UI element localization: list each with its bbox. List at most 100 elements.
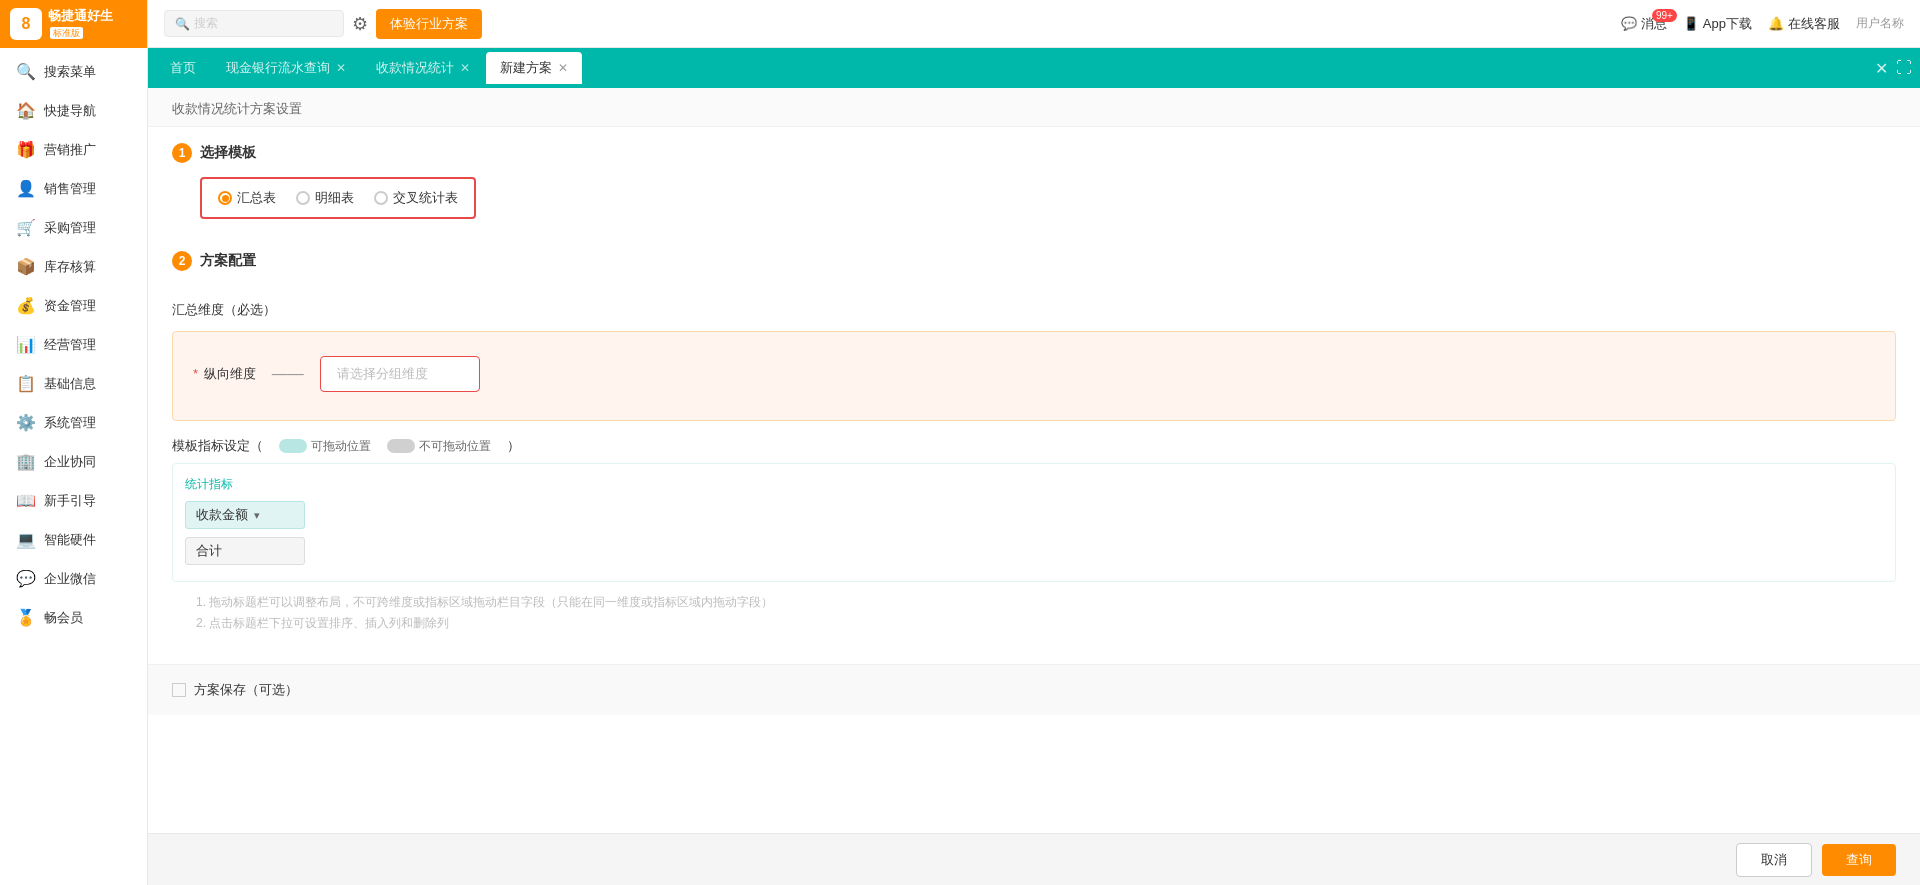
step1-title: 选择模板 xyxy=(200,144,256,162)
tab-receipt-stats-close[interactable]: ✕ xyxy=(460,61,470,75)
sidebar-item-finance[interactable]: 💰 资金管理 xyxy=(0,286,147,325)
content-area: 收款情况统计方案设置 1 选择模板 汇总表 明 xyxy=(148,88,1920,885)
cancel-button[interactable]: 取消 xyxy=(1736,843,1812,877)
sidebar-item-quick-nav[interactable]: 🏠 快捷导航 xyxy=(0,91,147,130)
message-area[interactable]: 💬 消息 99+ xyxy=(1621,15,1667,33)
tab-receipt-stats[interactable]: 收款情况统计 ✕ xyxy=(362,52,484,84)
sidebar-item-search[interactable]: 🔍 搜索菜单 xyxy=(0,52,147,91)
template-cross[interactable]: 交叉统计表 xyxy=(374,189,458,207)
tab-new-plan[interactable]: 新建方案 ✕ xyxy=(486,52,582,84)
person-icon: 👤 xyxy=(16,179,36,198)
radio-detail-circle xyxy=(296,191,310,205)
header-settings-icon[interactable]: ⚙ xyxy=(352,13,368,35)
trial-industry-button[interactable]: 体验行业方案 xyxy=(376,9,482,39)
logo-badge: 标准版 xyxy=(50,27,83,39)
save-checkbox[interactable] xyxy=(172,683,186,697)
download-icon: 📱 xyxy=(1683,16,1699,31)
sidebar-item-label: 库存核算 xyxy=(44,258,96,276)
tab-home[interactable]: 首页 xyxy=(156,52,210,84)
sidebar-item-hardware[interactable]: 💻 智能硬件 xyxy=(0,520,147,559)
dimension-area: * 纵向维度 —— 请选择分组维度 xyxy=(172,331,1896,421)
draggable-label: 可拖动位置 xyxy=(311,438,371,455)
sidebar-item-inventory[interactable]: 📦 库存核算 xyxy=(0,247,147,286)
tab-bar-right: ✕ ⛶ xyxy=(1875,59,1912,78)
sidebar-item-operation[interactable]: 📊 经营管理 xyxy=(0,325,147,364)
sidebar-item-label: 企业协同 xyxy=(44,453,96,471)
sidebar-item-label: 畅会员 xyxy=(44,609,83,627)
template-detail[interactable]: 明细表 xyxy=(296,189,354,207)
sidebar-item-label: 搜索菜单 xyxy=(44,63,96,81)
sidebar-logo: 8 畅捷通好生 标准版 xyxy=(0,0,147,48)
step2-title: 方案配置 xyxy=(200,252,256,270)
online-service-label: 在线客服 xyxy=(1788,15,1840,33)
sidebar-item-label: 快捷导航 xyxy=(44,102,96,120)
book-icon: 📖 xyxy=(16,491,36,510)
sidebar-item-label: 企业微信 xyxy=(44,570,96,588)
tab-cash-query-label: 现金银行流水查询 xyxy=(226,59,330,77)
sidebar-item-label: 采购管理 xyxy=(44,219,96,237)
box-icon: 📦 xyxy=(16,257,36,276)
metrics-container: 统计指标 收款金额 ▾ 合计 xyxy=(172,463,1896,582)
template-summary[interactable]: 汇总表 xyxy=(218,189,276,207)
sidebar-nav: 🔍 搜索菜单 🏠 快捷导航 🎁 营销推广 👤 销售管理 🛒 采购管理 📦 库存核… xyxy=(0,48,147,885)
metrics-section-end: ） xyxy=(507,437,520,455)
header-search-bar[interactable]: 🔍 搜索 xyxy=(164,10,344,37)
tab-receipt-stats-label: 收款情况统计 xyxy=(376,59,454,77)
save-label: 方案保存（可选） xyxy=(194,681,298,699)
template-select-row: 汇总表 明细表 交叉统计表 xyxy=(200,177,476,219)
home-icon: 🏠 xyxy=(16,101,36,120)
not-draggable-badge: 不可拖动位置 xyxy=(387,438,491,455)
online-service[interactable]: 🔔 在线客服 xyxy=(1768,15,1840,33)
dimension-arrow: —— xyxy=(272,365,304,383)
draggable-badge: 可拖动位置 xyxy=(279,438,371,455)
sidebar-item-wechat[interactable]: 💬 企业微信 xyxy=(0,559,147,598)
sidebar-item-guide[interactable]: 📖 新手引导 xyxy=(0,481,147,520)
query-button[interactable]: 查询 xyxy=(1822,844,1896,876)
chat-icon: 💬 xyxy=(16,569,36,588)
sidebar-item-system[interactable]: ⚙️ 系统管理 xyxy=(0,403,147,442)
step1-section: 1 选择模板 汇总表 明细表 xyxy=(148,127,1920,235)
maximize-window-icon[interactable]: ⛶ xyxy=(1896,59,1912,77)
radio-cross-circle xyxy=(374,191,388,205)
sidebar-item-marketing[interactable]: 🎁 营销推广 xyxy=(0,130,147,169)
sidebar-item-sales[interactable]: 👤 销售管理 xyxy=(0,169,147,208)
not-draggable-indicator xyxy=(387,439,415,453)
page-title: 收款情况统计方案设置 xyxy=(172,101,302,116)
logo-text: 畅捷通好生 xyxy=(48,8,113,24)
metric-tag-receipt[interactable]: 收款金额 ▾ xyxy=(185,501,305,529)
money-icon: 💰 xyxy=(16,296,36,315)
sidebar-item-basic[interactable]: 📋 基础信息 xyxy=(0,364,147,403)
sidebar-item-purchase[interactable]: 🛒 采购管理 xyxy=(0,208,147,247)
step1-label: 1 选择模板 xyxy=(172,143,1896,163)
dimension-row: * 纵向维度 —— 请选择分组维度 xyxy=(193,356,1875,392)
close-window-icon[interactable]: ✕ xyxy=(1875,59,1888,78)
user-name: 用户名称 xyxy=(1856,15,1904,32)
service-icon: 🔔 xyxy=(1768,16,1784,31)
dimension-select-box[interactable]: 请选择分组维度 xyxy=(320,356,480,392)
save-row: 方案保存（可选） xyxy=(148,664,1920,715)
cart-icon: 🛒 xyxy=(16,218,36,237)
tab-cash-query-close[interactable]: ✕ xyxy=(336,61,346,75)
metrics-group-label: 统计指标 xyxy=(185,476,1883,493)
metrics-header: 模板指标设定（ 可拖动位置 不可拖动位置 ） xyxy=(172,437,1896,455)
sidebar-item-corp[interactable]: 🏢 企业协同 xyxy=(0,442,147,481)
sidebar: 8 畅捷通好生 标准版 🔍 搜索菜单 🏠 快捷导航 🎁 营销推广 👤 销售管理 … xyxy=(0,0,148,885)
gear-icon: ⚙️ xyxy=(16,413,36,432)
gift-icon: 🎁 xyxy=(16,140,36,159)
tab-new-plan-close[interactable]: ✕ xyxy=(558,61,568,75)
metric-dropdown-icon[interactable]: ▾ xyxy=(254,509,260,522)
tab-cash-query[interactable]: 现金银行流水查询 ✕ xyxy=(212,52,360,84)
hint-2: 2. 点击标题栏下拉可设置排序、插入列和删除列 xyxy=(196,615,1872,632)
template-detail-label: 明细表 xyxy=(315,189,354,207)
step1-number: 1 xyxy=(172,143,192,163)
sidebar-item-label: 经营管理 xyxy=(44,336,96,354)
sidebar-item-member[interactable]: 🏅 畅会员 xyxy=(0,598,147,637)
sidebar-item-label: 基础信息 xyxy=(44,375,96,393)
metric-row-label: 合计 xyxy=(196,542,222,560)
tab-bar: 首页 现金银行流水查询 ✕ 收款情况统计 ✕ 新建方案 ✕ ✕ ⛶ xyxy=(148,48,1920,88)
app-download[interactable]: 📱 App下载 xyxy=(1683,15,1752,33)
app-download-label: App下载 xyxy=(1703,15,1752,33)
sidebar-item-label: 新手引导 xyxy=(44,492,96,510)
sidebar-item-label: 资金管理 xyxy=(44,297,96,315)
building-icon: 🏢 xyxy=(16,452,36,471)
